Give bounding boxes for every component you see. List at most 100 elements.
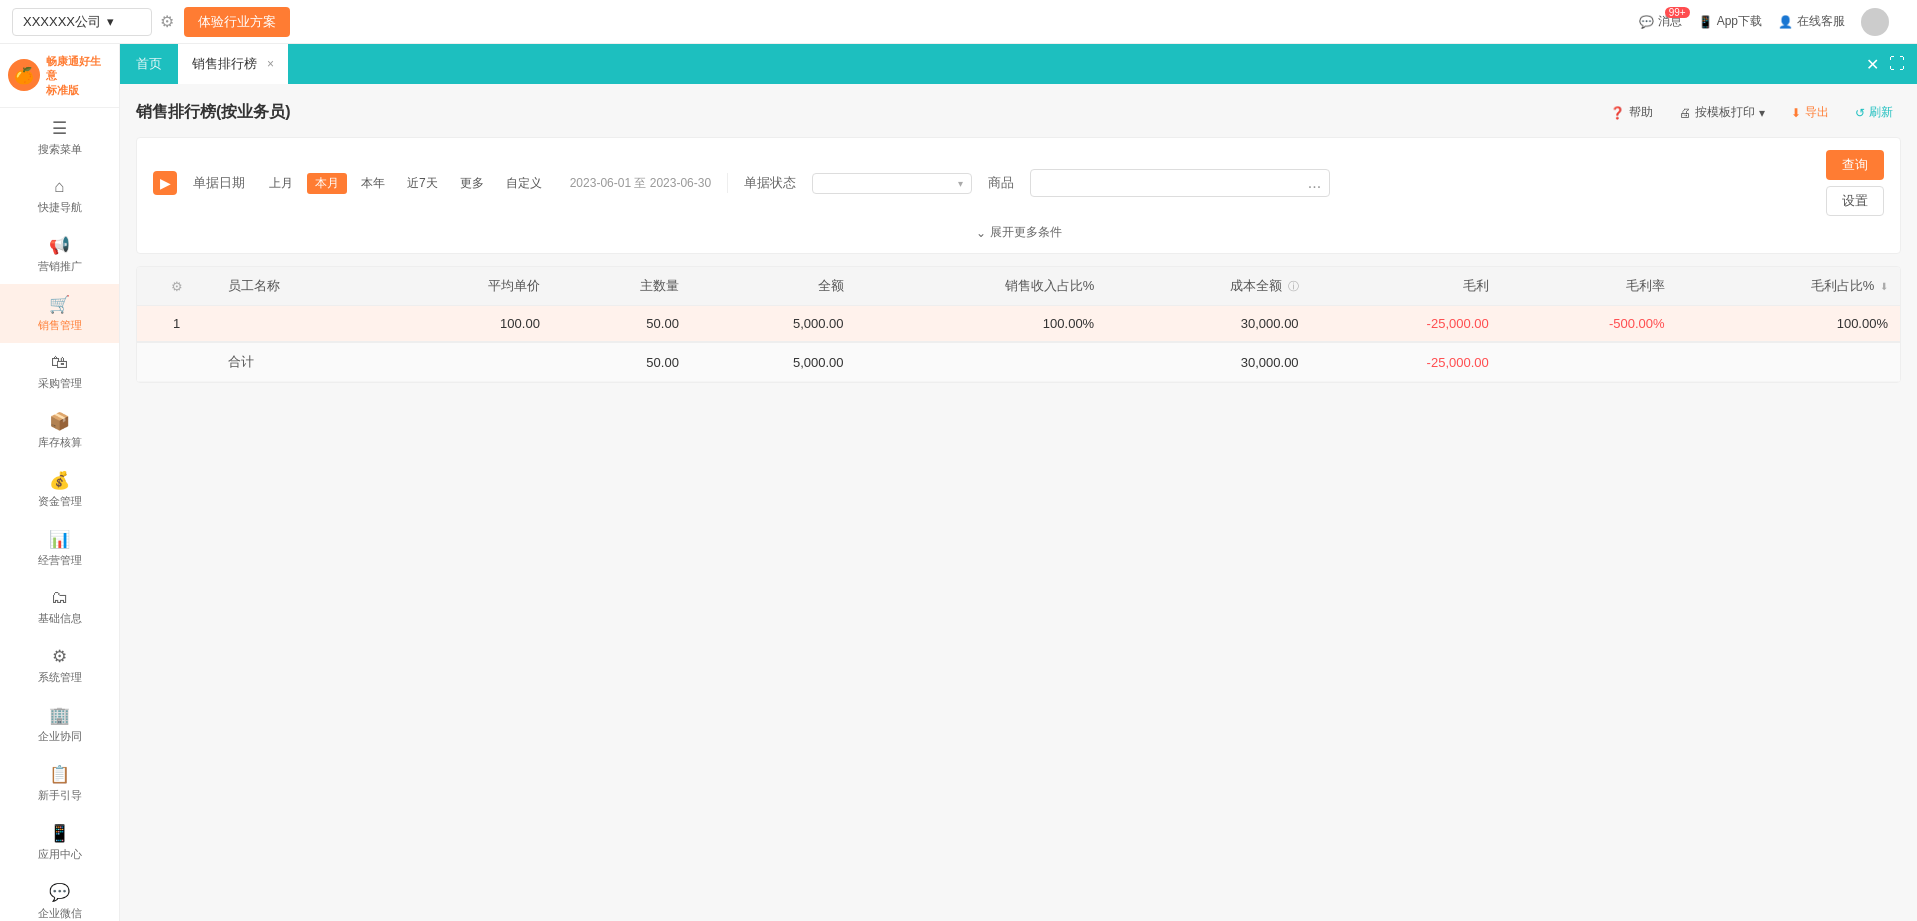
sidebar-item-search-order[interactable]: ☰ 搜索菜单 [0,108,119,167]
refresh-icon: ↺ [1855,106,1865,120]
finance-icon: 💰 [49,470,70,491]
table-container: ⚙ 员工名称 平均单价 主数量 全额 销售收入占比% 成本全额 ⓘ [136,266,1901,383]
wechat-icon: 💬 [49,882,70,903]
app-download-label: App下载 [1717,13,1762,30]
expand-more-icon: ⌄ [976,226,986,240]
th-cost: 成本全额 ⓘ [1106,267,1310,306]
print-button[interactable]: 🖨 按模板打印 ▾ [1671,100,1773,125]
date-tab-custom[interactable]: 自定义 [498,173,550,194]
status-filter-label: 单据状态 [744,174,796,192]
footer-empty [137,342,216,382]
expand-more-label: 展开更多条件 [990,224,1062,241]
sidebar-item-label: 销售管理 [38,318,82,333]
export-icon: ⬇ [1791,106,1801,120]
message-badge: 99+ [1665,7,1690,18]
export-button[interactable]: ⬇ 导出 [1783,100,1837,125]
sidebar-item-system[interactable]: ⚙ 系统管理 [0,636,119,695]
cost-info-icon[interactable]: ⓘ [1288,280,1299,292]
page-header: 销售排行榜(按业务员) ❓ 帮助 🖨 按模板打印 ▾ ⬇ [136,100,1901,125]
sidebar-item-marketing[interactable]: 📢 营销推广 [0,225,119,284]
th-amount: 全额 [691,267,856,306]
refresh-button[interactable]: ↺ 刷新 [1847,100,1901,125]
cell-rank: 1 [137,306,216,343]
app-icon: 📱 [1698,15,1713,29]
date-tab-7days[interactable]: 近7天 [399,173,446,194]
cell-amount: 5,000.00 [691,306,856,343]
app-download-button[interactable]: 📱 App下载 [1698,13,1762,30]
expand-more-row: ⌄ 展开更多条件 [153,224,1884,241]
footer-amount: 5,000.00 [691,342,856,382]
message-button[interactable]: 💬 消息 99+ [1639,13,1682,30]
cell-sales-ratio: 100.00% [856,306,1107,343]
date-tab-last-month[interactable]: 上月 [261,173,301,194]
avatar[interactable] [1861,8,1889,36]
status-select[interactable]: ▾ [812,173,972,194]
sidebar-item-quick-nav[interactable]: ⌂ 快捷导航 [0,167,119,225]
online-service-label: 在线客服 [1797,13,1845,30]
online-service-button[interactable]: 👤 在线客服 [1778,13,1845,30]
footer-gross-ratio [1677,342,1900,382]
company-name: XXXXXX公司 [23,13,101,31]
sidebar-item-finance[interactable]: 💰 资金管理 [0,460,119,519]
sidebar-item-enterprise[interactable]: 🏢 企业协同 [0,695,119,754]
tab-close-window-icon[interactable]: ✕ [1866,55,1879,74]
filter-buttons: 查询 设置 [1826,150,1884,216]
app-center-icon: 📱 [49,823,70,844]
footer-gross: -25,000.00 [1311,342,1501,382]
tab-maximize-icon[interactable]: ⛶ [1889,55,1905,73]
sidebar-item-label: 搜索菜单 [38,142,82,157]
message-icon: 💬 [1639,15,1654,29]
goods-more-icon[interactable]: ... [1308,174,1321,192]
help-button[interactable]: ❓ 帮助 [1602,100,1661,125]
inventory-icon: 📦 [49,411,70,432]
purchase-icon: 🛍 [51,353,68,373]
sidebar-item-sales[interactable]: 🛒 销售管理 [0,284,119,343]
gross-ratio-sort-icon[interactable]: ⬇ [1880,281,1888,292]
logo-text: 畅康通好生意 标准版 [46,54,111,97]
cell-gross-ratio: 100.00% [1677,306,1900,343]
sidebar-item-app-center[interactable]: 📱 应用中心 [0,813,119,872]
th-settings[interactable]: ⚙ [137,267,216,306]
tab-sales-ranking[interactable]: 销售排行榜 × [178,44,288,84]
topbar-gear-icon[interactable]: ⚙ [160,12,174,31]
th-gross-ratio: 毛利占比% ⬇ [1677,267,1900,306]
sidebar-item-label: 新手引导 [38,788,82,803]
system-icon: ⚙ [52,646,67,667]
th-avg-price: 平均单价 [384,267,552,306]
cell-gross-rate: -500.00% [1501,306,1677,343]
sidebar-item-basics[interactable]: 🗂 基础信息 [0,578,119,636]
date-tab-more[interactable]: 更多 [452,173,492,194]
trial-button[interactable]: 体验行业方案 [184,7,290,37]
date-filter-label: 单据日期 [193,174,245,192]
expand-more-button[interactable]: ⌄ 展开更多条件 [976,224,1062,241]
th-gross: 毛利 [1311,267,1501,306]
search-order-icon: ☰ [52,118,67,139]
date-tab-this-year[interactable]: 本年 [353,173,393,194]
sidebar-item-operations[interactable]: 📊 经营管理 [0,519,119,578]
cell-cost: 30,000.00 [1106,306,1310,343]
service-icon: 👤 [1778,15,1793,29]
print-dropdown-icon: ▾ [1759,106,1765,120]
sidebar-item-label: 营销推广 [38,259,82,274]
footer-cost: 30,000.00 [1106,342,1310,382]
filter-expand-arrow[interactable]: ▶ [153,171,177,195]
ranking-table: ⚙ 员工名称 平均单价 主数量 全额 销售收入占比% 成本全额 ⓘ [137,267,1900,382]
tab-label: 销售排行榜 [192,55,257,73]
tab-close-icon[interactable]: × [267,57,274,71]
settings-button[interactable]: 设置 [1826,186,1884,216]
sidebar-item-inventory[interactable]: 📦 库存核算 [0,401,119,460]
date-tab-this-month[interactable]: 本月 [307,173,347,194]
sidebar-item-wechat[interactable]: 💬 企业微信 [0,872,119,921]
sidebar-item-guide[interactable]: 📋 新手引导 [0,754,119,813]
filter-area: ▶ 单据日期 上月 本月 本年 近7天 更多 自定义 2023-06-01 至 … [136,137,1901,254]
status-select-arrow: ▾ [958,178,963,189]
goods-select[interactable]: ... [1030,169,1330,197]
company-selector[interactable]: XXXXXX公司 ▾ [12,8,152,36]
sales-icon: 🛒 [49,294,70,315]
sidebar-item-label: 应用中心 [38,847,82,862]
table-row: 1 100.00 50.00 5,000.00 100.00% 30,000.0… [137,306,1900,343]
query-button[interactable]: 查询 [1826,150,1884,180]
tab-home[interactable]: 首页 [120,44,178,84]
sidebar-item-label: 快捷导航 [38,200,82,215]
sidebar-item-purchase[interactable]: 🛍 采购管理 [0,343,119,401]
